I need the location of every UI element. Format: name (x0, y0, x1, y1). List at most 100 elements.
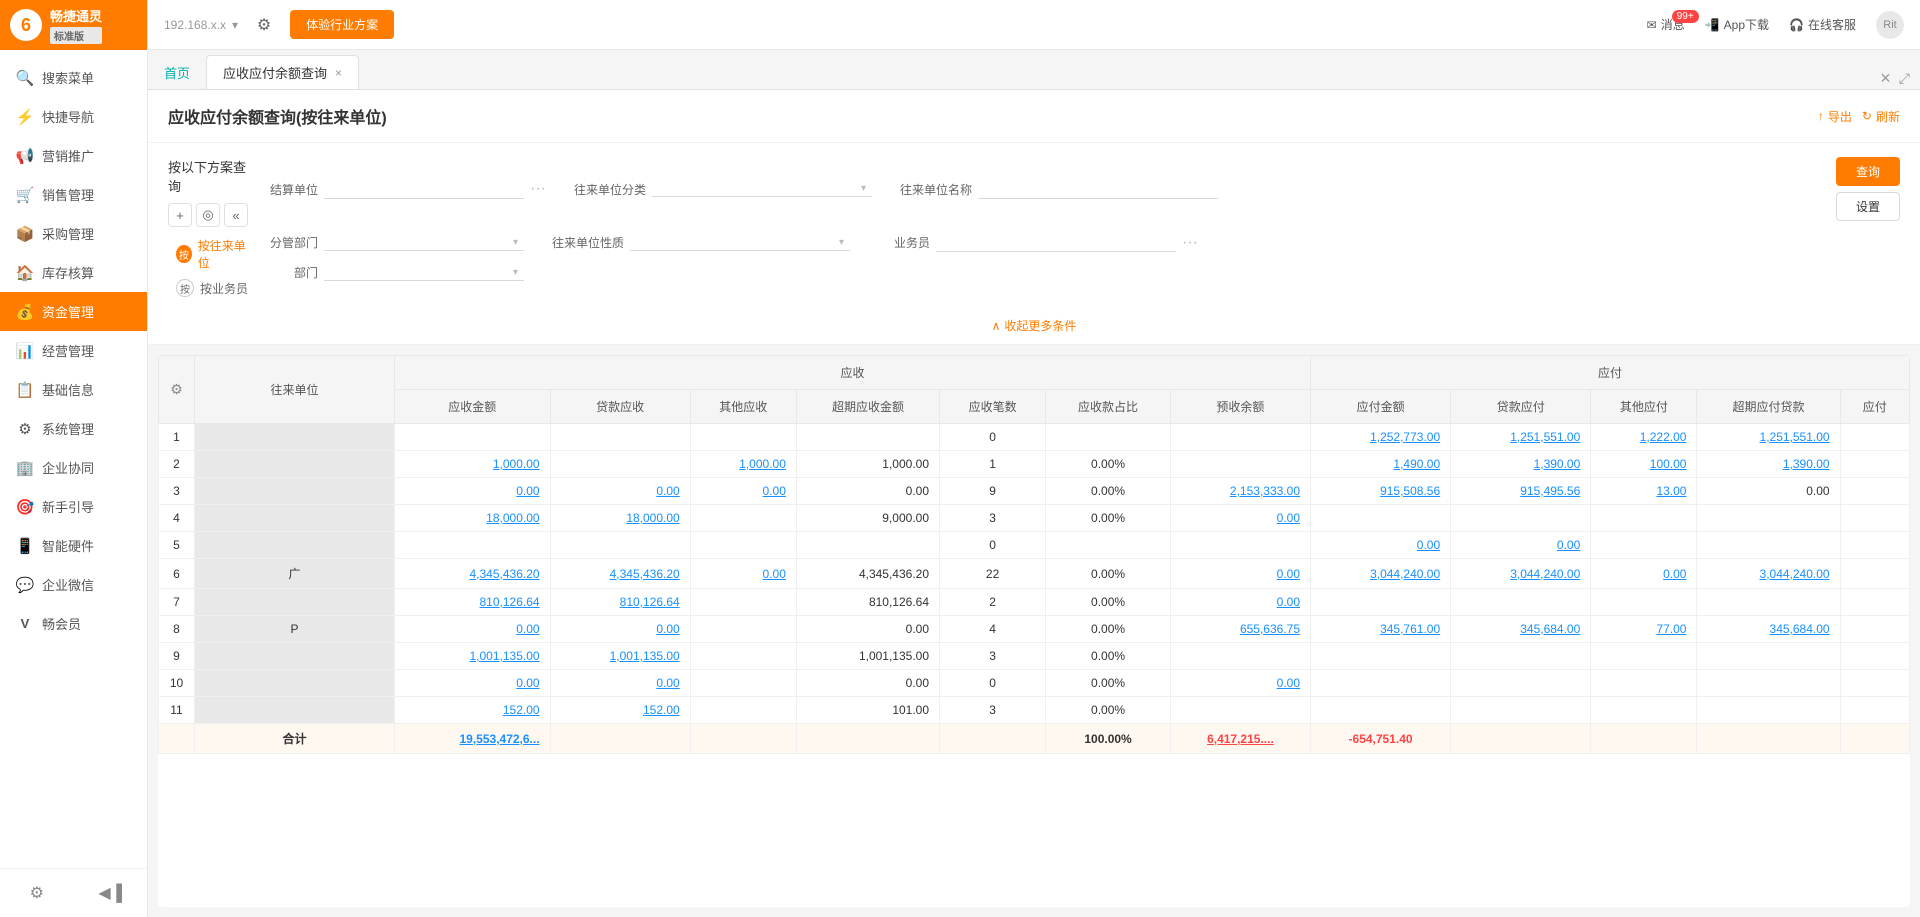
filter-field-salesperson: 业务员 ··· (870, 233, 1198, 252)
scheme-by-salesperson[interactable]: 按 按业务员 (168, 275, 258, 301)
th-partner: 往来单位 (195, 356, 395, 424)
tab-close-icon[interactable]: × (335, 66, 342, 80)
partner-name-input[interactable] (978, 180, 1218, 199)
ar-prepaid-cell[interactable]: 0.00 (1170, 559, 1310, 589)
ap-overdue-cell[interactable]: 1,251,551.00 (1697, 424, 1840, 451)
sidebar-collapse-button[interactable]: ◀▐ (92, 879, 128, 907)
ar-amount-cell[interactable]: 0.00 (395, 478, 551, 505)
ar-amount-cell[interactable]: 1,001,135.00 (395, 643, 551, 670)
sidebar-item-basic-info[interactable]: 📋 基础信息 (0, 370, 147, 409)
sidebar-settings-button[interactable]: ⚙ (19, 879, 55, 907)
ap-amount-cell[interactable]: 345,761.00 (1311, 616, 1451, 643)
topbar-settings-icon[interactable]: ⚙ (250, 11, 278, 39)
partner-category-select[interactable]: ▾ (652, 181, 872, 197)
settlement-unit-input[interactable] (324, 180, 524, 199)
ar-amount-cell[interactable]: 152.00 (395, 697, 551, 724)
ar-other-cell[interactable]: 0.00 (690, 478, 796, 505)
settlement-unit-dots[interactable]: ··· (530, 180, 546, 198)
ap-loan-cell[interactable]: 345,684.00 (1451, 616, 1591, 643)
ar-loan-cell[interactable]: 1,001,135.00 (550, 643, 690, 670)
sidebar-item-wechat[interactable]: 💬 企业微信 (0, 565, 147, 604)
ap-other-cell[interactable]: 100.00 (1591, 451, 1697, 478)
refresh-button[interactable]: ↻ 刷新 (1862, 108, 1900, 125)
add-scheme-button[interactable]: + (168, 203, 192, 227)
ar-amount-cell[interactable]: 0.00 (395, 670, 551, 697)
ap-loan-cell[interactable]: 0.00 (1451, 532, 1591, 559)
sidebar-item-inventory[interactable]: 🏠 库存核算 (0, 253, 147, 292)
ar-loan-cell[interactable]: 4,345,436.20 (550, 559, 690, 589)
ar-prepaid-cell[interactable]: 0.00 (1170, 589, 1310, 616)
user-avatar[interactable]: Rit (1876, 11, 1904, 39)
window-close-icon[interactable]: × (1880, 68, 1891, 89)
sidebar-item-smart-hw[interactable]: 📱 智能硬件 (0, 526, 147, 565)
sidebar-item-sales[interactable]: 🛒 销售管理 (0, 175, 147, 214)
online-service-button[interactable]: 🎧 在线客服 (1789, 16, 1856, 33)
chevron-down-icon[interactable]: ▾ (232, 18, 238, 32)
messages-button[interactable]: ✉ 消息 99+ (1647, 16, 1685, 33)
salesperson-dots[interactable]: ··· (1182, 234, 1198, 252)
footer-ar-amount[interactable]: 19,553,472,6... (395, 724, 551, 754)
ar-amount-cell[interactable]: 810,126.64 (395, 589, 551, 616)
dept-select[interactable]: ▾ (324, 265, 524, 281)
sidebar-item-quick-nav[interactable]: ⚡ 快捷导航 (0, 97, 147, 136)
ar-loan-cell[interactable]: 0.00 (550, 616, 690, 643)
ap-loan-cell[interactable]: 1,390.00 (1451, 451, 1591, 478)
ar-loan-cell[interactable]: 810,126.64 (550, 589, 690, 616)
ar-amount-cell[interactable]: 1,000.00 (395, 451, 551, 478)
sidebar-item-system[interactable]: ⚙ 系统管理 (0, 409, 147, 448)
ap-amount-cell[interactable]: 3,044,240.00 (1311, 559, 1451, 589)
ap-amount-cell[interactable]: 1,490.00 (1311, 451, 1451, 478)
ap-loan-cell[interactable]: 915,495.56 (1451, 478, 1591, 505)
target-scheme-button[interactable]: ◎ (196, 203, 220, 227)
footer-ar-prepaid[interactable]: 6,417,215.... (1170, 724, 1310, 754)
tab-home[interactable]: 首页 (148, 55, 206, 89)
ar-loan-cell[interactable]: 0.00 (550, 670, 690, 697)
ap-other-cell[interactable]: 0.00 (1591, 559, 1697, 589)
ar-prepaid-cell[interactable]: 0.00 (1170, 505, 1310, 532)
trial-button[interactable]: 体验行业方案 (290, 10, 394, 39)
sidebar-item-finance[interactable]: 💰 资金管理 (0, 292, 147, 331)
ar-prepaid-cell[interactable]: 0.00 (1170, 670, 1310, 697)
scheme-by-partner[interactable]: 按 按往来单位 (168, 233, 258, 275)
ap-other-cell[interactable]: 13.00 (1591, 478, 1697, 505)
ap-overdue-cell[interactable]: 1,390.00 (1697, 451, 1840, 478)
sidebar-item-enterprise[interactable]: 🏢 企业协同 (0, 448, 147, 487)
export-button[interactable]: ↑ 导出 (1818, 108, 1852, 125)
ar-amount-cell[interactable]: 0.00 (395, 616, 551, 643)
ar-amount-cell[interactable]: 4,345,436.20 (395, 559, 551, 589)
ar-amount-cell[interactable]: 18,000.00 (395, 505, 551, 532)
ar-loan-cell[interactable]: 18,000.00 (550, 505, 690, 532)
ar-prepaid-cell[interactable]: 2,153,333.00 (1170, 478, 1310, 505)
partner-nature-select[interactable]: ▾ (630, 235, 850, 251)
ar-loan-cell[interactable]: 0.00 (550, 478, 690, 505)
ap-loan-cell[interactable]: 1,251,551.00 (1451, 424, 1591, 451)
branch-dept-select[interactable]: ▾ (324, 235, 524, 251)
ap-loan-cell[interactable]: 3,044,240.00 (1451, 559, 1591, 589)
tab-balance-query[interactable]: 应收应付余额查询 × (206, 55, 359, 89)
sidebar-item-search[interactable]: 🔍 搜索菜单 (0, 58, 147, 97)
sidebar-item-marketing[interactable]: 📢 营销推广 (0, 136, 147, 175)
ap-other-cell[interactable]: 77.00 (1591, 616, 1697, 643)
ar-other-cell[interactable]: 1,000.00 (690, 451, 796, 478)
ap-amount-cell[interactable]: 915,508.56 (1311, 478, 1451, 505)
ar-loan-cell[interactable]: 152.00 (550, 697, 690, 724)
setting-button[interactable]: 设置 (1836, 192, 1900, 221)
salesperson-input[interactable] (936, 233, 1176, 252)
sidebar-item-member[interactable]: V 畅会员 (0, 604, 147, 643)
ap-overdue-cell[interactable]: 345,684.00 (1697, 616, 1840, 643)
app-download-button[interactable]: 📲 App下载 (1705, 16, 1769, 33)
ap-amount-cell[interactable]: 0.00 (1311, 532, 1451, 559)
sidebar-item-purchase[interactable]: 📦 采购管理 (0, 214, 147, 253)
ar-prepaid-cell[interactable]: 655,636.75 (1170, 616, 1310, 643)
sidebar-item-guide[interactable]: 🎯 新手引导 (0, 487, 147, 526)
ap-overdue-cell[interactable]: 3,044,240.00 (1697, 559, 1840, 589)
sidebar-item-operations[interactable]: 📊 经营管理 (0, 331, 147, 370)
table-settings-icon[interactable]: ⚙ (170, 381, 183, 397)
collapse-button[interactable]: ∧ 收起更多条件 (992, 317, 1077, 334)
window-maximize-icon[interactable]: ⤢ (1899, 70, 1910, 87)
query-button[interactable]: 查询 (1836, 157, 1900, 186)
collapse-scheme-button[interactable]: « (224, 203, 248, 227)
ar-other-cell[interactable]: 0.00 (690, 559, 796, 589)
ap-other-cell[interactable]: 1,222.00 (1591, 424, 1697, 451)
ap-amount-cell[interactable]: 1,252,773.00 (1311, 424, 1451, 451)
